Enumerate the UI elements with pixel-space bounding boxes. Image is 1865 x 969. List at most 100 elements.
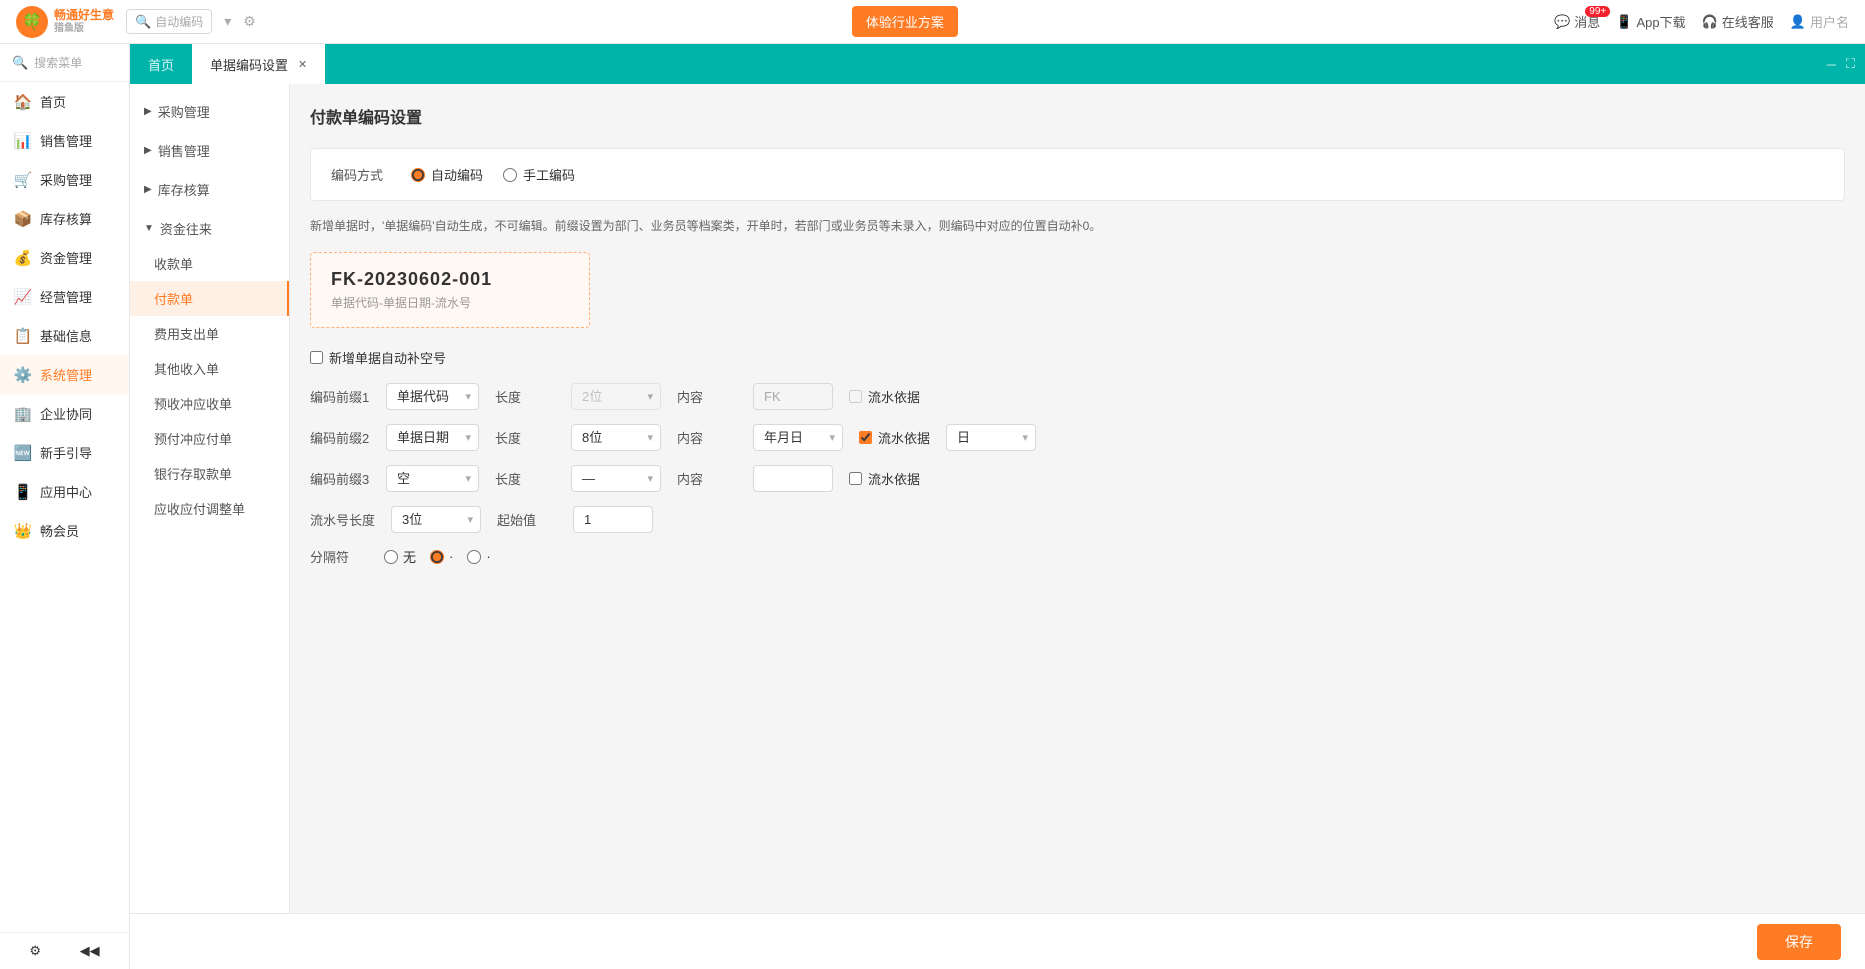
prefix3-stream-checkbox[interactable]	[849, 472, 862, 485]
sidebar-item-appcenter[interactable]: 📱 应用中心	[0, 472, 129, 511]
sidebar-item-finance[interactable]: 💰 资金管理	[0, 238, 129, 277]
tab-encoding[interactable]: 单据编码设置 ✕	[192, 44, 325, 84]
sidebar-label-inventory: 库存核算	[40, 209, 92, 228]
sub-sidebar: ▶ 采购管理 ▶ 销售管理 ▶ 库存核算	[130, 84, 290, 913]
sub-item-arap[interactable]: 应收应付调整单	[130, 491, 289, 526]
prefix1-select-wrap[interactable]: 单据代码 单据日期 部门 业务员 空	[386, 383, 479, 410]
sidebar-item-system[interactable]: ⚙️ 系统管理	[0, 355, 129, 394]
prefix3-length-select[interactable]: —	[571, 465, 661, 492]
tab-minimize-icon[interactable]: ─	[1827, 57, 1836, 72]
sep-dash-radio[interactable]	[430, 550, 444, 564]
sep-dot-radio[interactable]	[467, 550, 481, 564]
prefix1-length-select: 2位	[571, 383, 661, 410]
sub-item-expense[interactable]: 费用支出单	[130, 316, 289, 351]
prefix3-length-wrap[interactable]: —	[571, 465, 661, 492]
prefix2-length-wrap[interactable]: 4位 6位 8位 10位	[571, 424, 661, 451]
sidebar-item-home[interactable]: 🏠 首页	[0, 82, 129, 121]
tab-encoding-label: 单据编码设置	[210, 55, 288, 74]
sidebar-item-operation[interactable]: 📈 经营管理	[0, 277, 129, 316]
prefix2-select[interactable]: 单据代码 单据日期 部门 业务员 空	[386, 424, 479, 451]
prefix2-content-wrap[interactable]: 年月日 年月 年	[753, 424, 843, 451]
logo-text: 畅通好生意	[54, 8, 114, 22]
sub-menu-capital[interactable]: ▼ 资金往来	[130, 211, 289, 246]
sep-none-radio[interactable]	[384, 550, 398, 564]
sub-item-receipt-label: 收款单	[154, 257, 193, 272]
sub-item-payment-label: 付款单	[154, 292, 193, 307]
sub-group-purchase: ▶ 采购管理	[130, 94, 289, 129]
sub-menu-purchase-label: 采购管理	[158, 102, 210, 121]
system-icon: ⚙️	[14, 366, 32, 384]
manual-encoding-option[interactable]: 手工编码	[503, 165, 575, 184]
auto-encoding-option[interactable]: 自动编码	[411, 165, 483, 184]
top-bar-right: 💬 消息 99+ 📱 App下载 🎧 在线客服 👤 用户名	[1554, 12, 1849, 31]
finance-icon: 💰	[14, 249, 32, 267]
manual-encoding-radio[interactable]	[503, 168, 517, 182]
auto-fill-checkbox[interactable]	[310, 351, 323, 364]
sidebar-search[interactable]: 🔍 搜索菜单	[0, 44, 129, 82]
app-download-item[interactable]: 📱 App下载	[1616, 12, 1685, 31]
prefix2-stream-label: 流水依据	[878, 428, 930, 447]
message-icon: 💬	[1554, 14, 1570, 30]
sidebar-item-member[interactable]: 👑 畅会员	[0, 511, 129, 550]
message-item[interactable]: 💬 消息 99+	[1554, 12, 1600, 31]
prefix3-content-input[interactable]	[753, 465, 833, 492]
sep-none-option[interactable]: 无	[384, 547, 416, 566]
code-example: FK-20230602-001	[331, 269, 569, 290]
prefix1-content-label: 内容	[677, 387, 737, 406]
sub-menu-purchase[interactable]: ▶ 采购管理	[130, 94, 289, 129]
dropdown-arrow-icon[interactable]: ▾	[224, 13, 231, 30]
prefix2-day-select-wrap[interactable]: 日 月 年	[946, 424, 1036, 451]
serial-length-select-wrap[interactable]: 3位 4位 5位 6位	[391, 506, 481, 533]
online-service-item[interactable]: 🎧 在线客服	[1702, 12, 1774, 31]
auto-encoding-radio[interactable]	[411, 168, 425, 182]
start-value-input[interactable]	[573, 506, 653, 533]
separator-options: 无 · ·	[384, 547, 491, 566]
save-button[interactable]: 保存	[1757, 924, 1841, 960]
sub-item-payment[interactable]: 付款单	[130, 281, 289, 316]
sep-dot-option[interactable]: ·	[467, 549, 490, 564]
tab-home[interactable]: 首页	[130, 44, 192, 84]
prefix2-select-wrap[interactable]: 单据代码 单据日期 部门 业务员 空	[386, 424, 479, 451]
sidebar-label-member: 畅会员	[40, 521, 79, 540]
solution-button[interactable]: 体验行业方案	[852, 6, 958, 37]
serial-length-select[interactable]: 3位 4位 5位 6位	[391, 506, 481, 533]
settings-icon[interactable]: ⚙	[243, 13, 256, 30]
sep-dash-option[interactable]: ·	[430, 549, 453, 564]
sidebar-item-inventory[interactable]: 📦 库存核算	[0, 199, 129, 238]
sub-item-receipt[interactable]: 收款单	[130, 246, 289, 281]
sidebar-label-finance: 资金管理	[40, 248, 92, 267]
sub-menu-inventory[interactable]: ▶ 库存核算	[130, 172, 289, 207]
sub-item-other-income[interactable]: 其他收入单	[130, 351, 289, 386]
separator-row: 分隔符 无 · ·	[310, 547, 1845, 566]
sidebar-item-sales[interactable]: 📊 销售管理	[0, 121, 129, 160]
prefix3-select-wrap[interactable]: 单据代码 单据日期 部门 业务员 空	[386, 465, 479, 492]
sidebar-label-company: 企业协同	[40, 404, 92, 423]
sub-item-bank[interactable]: 银行存取款单	[130, 456, 289, 491]
purchase-icon: 🛒	[14, 171, 32, 189]
sidebar-item-purchase[interactable]: 🛒 采购管理	[0, 160, 129, 199]
sub-item-advance-rcv[interactable]: 预收冲应收单	[130, 386, 289, 421]
sidebar-item-guide[interactable]: 🆕 新手引导	[0, 433, 129, 472]
tab-close-icon[interactable]: ✕	[298, 58, 307, 71]
prefix3-select[interactable]: 单据代码 单据日期 部门 业务员 空	[386, 465, 479, 492]
prefix3-stream-label: 流水依据	[868, 469, 920, 488]
sub-item-advance-pay[interactable]: 预付冲应付单	[130, 421, 289, 456]
prefix2-content-select[interactable]: 年月日 年月 年	[753, 424, 843, 451]
sidebar-item-base[interactable]: 📋 基础信息	[0, 316, 129, 355]
sub-menu-sales[interactable]: ▶ 销售管理	[130, 133, 289, 168]
arrow-right-sales-icon: ▶	[144, 145, 152, 156]
collapse-icon[interactable]: ◀◀	[80, 943, 100, 959]
prefix1-select[interactable]: 单据代码 单据日期 部门 业务员 空	[386, 383, 479, 410]
prefix2-stream-checkbox[interactable]	[859, 431, 872, 444]
sidebar-item-company[interactable]: 🏢 企业协同	[0, 394, 129, 433]
inventory-icon: 📦	[14, 210, 32, 228]
user-item[interactable]: 👤 用户名	[1790, 12, 1849, 31]
tab-expand-icon[interactable]: ⛶	[1846, 56, 1855, 72]
search-bar[interactable]: 🔍 自动编码	[126, 9, 212, 34]
prefix2-length-select[interactable]: 4位 6位 8位 10位	[571, 424, 661, 451]
sidebar-search-icon: 🔍	[12, 55, 28, 71]
sub-item-advance-rcv-label: 预收冲应收单	[154, 397, 232, 412]
settings-bottom-icon[interactable]: ⚙	[29, 943, 41, 959]
top-bar-left: 🍀 畅通好生意 猎鱼版 🔍 自动编码 ▾ ⚙	[16, 6, 256, 38]
prefix2-day-select[interactable]: 日 月 年	[946, 424, 1036, 451]
